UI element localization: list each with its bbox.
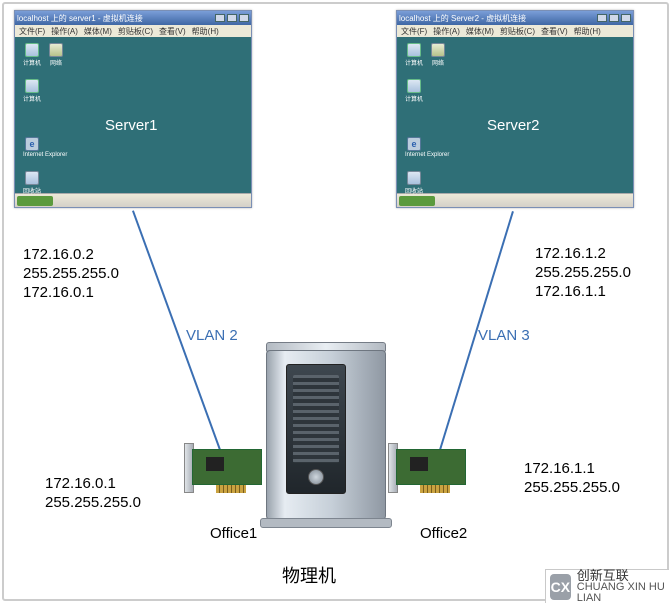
nic2-label: Office2	[420, 525, 467, 542]
icon-label: 计算机	[405, 94, 423, 103]
start-button[interactable]	[17, 196, 53, 206]
icon-label: 回收站	[23, 186, 41, 195]
server2-mask: 255.255.255.0	[535, 264, 631, 283]
icon-label: 计算机	[405, 58, 423, 67]
server1-ip: 172.16.0.2	[23, 246, 119, 265]
icon-label: 网络	[47, 58, 65, 67]
server1-label: Server1	[105, 117, 158, 134]
vm-taskbar	[397, 193, 633, 207]
minimize-icon[interactable]	[215, 14, 225, 22]
menu-item[interactable]: 帮助(H)	[192, 26, 219, 37]
icon-label: 网络	[429, 58, 447, 67]
desktop-recycle-icon[interactable]: 回收站	[405, 171, 423, 193]
desktop-network-icon[interactable]: 网络	[47, 43, 65, 65]
menu-item[interactable]: 文件(F)	[401, 26, 427, 37]
nic-office1-icon	[184, 443, 274, 503]
menu-item[interactable]: 帮助(H)	[574, 26, 601, 37]
start-button[interactable]	[399, 196, 435, 206]
server1-gw: 172.16.0.1	[23, 284, 119, 303]
vm-titlebar: localhost 上的 Server2 - 虚拟机连接	[397, 11, 633, 25]
maximize-icon[interactable]	[609, 14, 619, 22]
nic-office2-icon	[388, 443, 478, 503]
vm-desktop: 计算机 网络 计算机 Internet Explorer 回收站 Server1	[15, 37, 251, 193]
server1-mask: 255.255.255.0	[23, 265, 119, 284]
vm-desktop: 计算机 网络 计算机 Internet Explorer 回收站 Server2	[397, 37, 633, 193]
nic1-ip: 172.16.0.1	[45, 475, 141, 494]
desktop-ie-icon[interactable]: Internet Explorer	[405, 137, 423, 159]
menu-item[interactable]: 媒体(M)	[84, 26, 112, 37]
desktop-computer-icon[interactable]: 计算机	[23, 43, 41, 65]
vm-window-server1: localhost 上的 server1 - 虚拟机连接 文件(F) 操作(A)…	[14, 10, 252, 208]
vlan3-label: VLAN 3	[478, 327, 530, 344]
vm-menubar: 文件(F) 操作(A) 媒体(M) 剪贴板(C) 查看(V) 帮助(H)	[397, 25, 633, 37]
menu-item[interactable]: 操作(A)	[51, 26, 78, 37]
physical-machine-label: 物理机	[282, 562, 336, 588]
physical-server-icon	[266, 350, 386, 520]
menu-item[interactable]: 操作(A)	[433, 26, 460, 37]
vlan2-label: VLAN 2	[186, 327, 238, 344]
server2-ip: 172.16.1.2	[535, 245, 631, 264]
menu-item[interactable]: 媒体(M)	[466, 26, 494, 37]
watermark: CX 创新互联 CHUANG XIN HU LIAN	[545, 569, 669, 603]
desktop-recycle-icon[interactable]: 回收站	[23, 171, 41, 193]
menu-item[interactable]: 剪贴板(C)	[500, 26, 535, 37]
nic2-ip-block: 172.16.1.1 255.255.255.0	[524, 460, 620, 498]
nic2-ip: 172.16.1.1	[524, 460, 620, 479]
nic1-mask: 255.255.255.0	[45, 494, 141, 513]
server2-gw: 172.16.1.1	[535, 283, 631, 302]
server2-ip-block: 172.16.1.2 255.255.255.0 172.16.1.1	[535, 245, 631, 301]
vm-title-text: localhost 上的 server1 - 虚拟机连接	[17, 13, 143, 24]
vm-window-server2: localhost 上的 Server2 - 虚拟机连接 文件(F) 操作(A)…	[396, 10, 634, 208]
vm-menubar: 文件(F) 操作(A) 媒体(M) 剪贴板(C) 查看(V) 帮助(H)	[15, 25, 251, 37]
server2-label: Server2	[487, 117, 540, 134]
menu-item[interactable]: 查看(V)	[159, 26, 186, 37]
server1-ip-block: 172.16.0.2 255.255.255.0 172.16.0.1	[23, 246, 119, 302]
icon-label: Internet Explorer	[23, 152, 41, 158]
vm-titlebar: localhost 上的 server1 - 虚拟机连接	[15, 11, 251, 25]
close-icon[interactable]	[621, 14, 631, 22]
desktop-ie-icon[interactable]: Internet Explorer	[23, 137, 41, 159]
nic1-label: Office1	[210, 525, 257, 542]
vm-title-text: localhost 上的 Server2 - 虚拟机连接	[399, 13, 526, 24]
menu-item[interactable]: 文件(F)	[19, 26, 45, 37]
desktop-computer2-icon[interactable]: 计算机	[405, 79, 423, 101]
maximize-icon[interactable]	[227, 14, 237, 22]
menu-item[interactable]: 剪贴板(C)	[118, 26, 153, 37]
watermark-py: CHUANG XIN HU LIAN	[577, 582, 669, 604]
vm-taskbar	[15, 193, 251, 207]
desktop-computer2-icon[interactable]: 计算机	[23, 79, 41, 101]
watermark-logo-icon: CX	[550, 574, 571, 600]
icon-label: 计算机	[23, 58, 41, 67]
icon-label: Internet Explorer	[405, 152, 423, 158]
desktop-network-icon[interactable]: 网络	[429, 43, 447, 65]
menu-item[interactable]: 查看(V)	[541, 26, 568, 37]
icon-label: 计算机	[23, 94, 41, 103]
minimize-icon[interactable]	[597, 14, 607, 22]
close-icon[interactable]	[239, 14, 249, 22]
icon-label: 回收站	[405, 186, 423, 195]
nic1-ip-block: 172.16.0.1 255.255.255.0	[45, 475, 141, 513]
desktop-computer-icon[interactable]: 计算机	[405, 43, 423, 65]
nic2-mask: 255.255.255.0	[524, 479, 620, 498]
